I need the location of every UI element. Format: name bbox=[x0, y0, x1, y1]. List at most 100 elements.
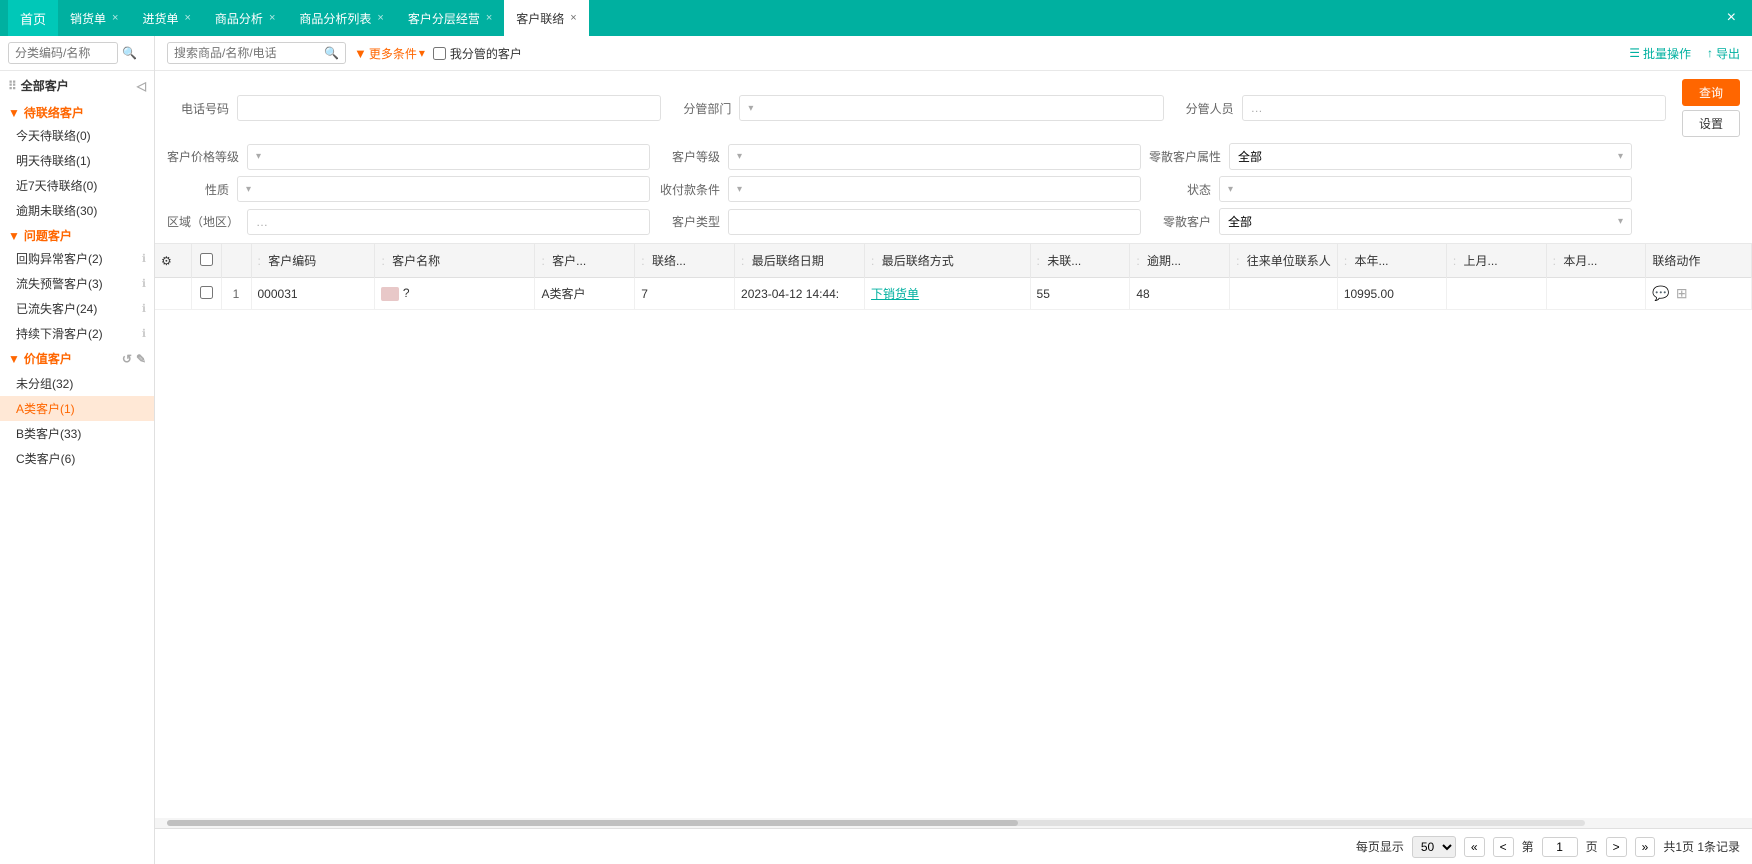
nav-customer-contact[interactable]: 客户联络 × bbox=[504, 0, 588, 36]
search-input[interactable] bbox=[174, 46, 324, 60]
sidebar-item-a-class[interactable]: A类客户(1) bbox=[0, 396, 154, 421]
gear-column-header[interactable]: ⚙ bbox=[155, 244, 191, 278]
adv-filter-row-2: 客户价格等级 ▾ 客户等级 ▾ 零散客户属性 全部 ▾ bbox=[167, 143, 1740, 170]
sidebar-search-input[interactable] bbox=[8, 42, 118, 64]
last-page-button[interactable]: » bbox=[1635, 837, 1656, 857]
horizontal-scrollbar-thumb[interactable] bbox=[167, 820, 1018, 826]
page-size-select[interactable]: 50 bbox=[1412, 836, 1456, 858]
filter-bar: 🔍 ▼ 更多条件 ▾ 我分管的客户 ☰ 批量操作 ↑ 导出 bbox=[155, 36, 1752, 71]
search-icon[interactable]: 🔍 bbox=[324, 46, 339, 60]
settings-button[interactable]: 设置 bbox=[1682, 110, 1740, 137]
my-customer-check[interactable] bbox=[433, 47, 446, 60]
payment-label: 收付款条件 bbox=[658, 181, 728, 198]
close-purchase-tab[interactable]: × bbox=[184, 12, 190, 24]
last-month-column-header[interactable]: : 上月... bbox=[1446, 244, 1546, 278]
nav-purchase[interactable]: 进货单 × bbox=[130, 0, 202, 36]
close-analysis-tab[interactable]: × bbox=[269, 12, 275, 24]
code-column-header[interactable]: : 客户编码 bbox=[251, 244, 375, 278]
payment-select[interactable]: ▾ bbox=[728, 176, 1141, 202]
row-last-month-cell bbox=[1446, 278, 1546, 310]
sidebar-item-churned[interactable]: 已流失客户(24) ℹ bbox=[0, 296, 154, 321]
sidebar-item-week-pending[interactable]: 近7天待联络(0) bbox=[0, 173, 154, 198]
last-date-column-header[interactable]: : 最后联络日期 bbox=[735, 244, 865, 278]
close-customer-tier-tab[interactable]: × bbox=[486, 12, 492, 24]
last-method-link[interactable]: 下销货单 bbox=[871, 287, 919, 301]
sidebar-collapse-icon[interactable]: ◁ bbox=[137, 79, 146, 93]
row-contact-cell: 7 bbox=[635, 278, 735, 310]
nav-analysis-list[interactable]: 商品分析列表 × bbox=[287, 0, 395, 36]
sidebar-item-overdue-pending[interactable]: 逾期未联络(30) bbox=[0, 198, 154, 223]
page-number-input[interactable]: 1 bbox=[1542, 837, 1578, 857]
my-customer-checkbox[interactable]: 我分管的客户 bbox=[433, 45, 522, 62]
manager-dots-icon[interactable]: … bbox=[1251, 101, 1263, 115]
close-sales-tab[interactable]: × bbox=[112, 12, 118, 24]
prev-page-button[interactable]: < bbox=[1493, 837, 1514, 857]
row-checkbox[interactable] bbox=[200, 286, 213, 299]
field-payment: 收付款条件 ▾ bbox=[658, 176, 1141, 202]
qr-action-icon[interactable]: ⊞ bbox=[1676, 285, 1688, 302]
dept-arrow-icon: ▾ bbox=[748, 103, 753, 114]
first-page-button[interactable]: « bbox=[1464, 837, 1485, 857]
bulk-operation-button[interactable]: ☰ 批量操作 bbox=[1629, 45, 1691, 62]
next-page-button[interactable]: > bbox=[1606, 837, 1627, 857]
region-input[interactable]: … bbox=[247, 209, 650, 235]
query-button[interactable]: 查询 bbox=[1682, 79, 1740, 106]
value-refresh-icon[interactable]: ↺ bbox=[122, 352, 132, 366]
sidebar-item-c-class[interactable]: C类客户(6) bbox=[0, 446, 154, 471]
field-status: 状态 ▾ bbox=[1149, 176, 1632, 202]
row-last-method-cell[interactable]: 下销货单 bbox=[865, 278, 1031, 310]
close-customer-contact-tab[interactable]: × bbox=[570, 12, 576, 24]
status-select[interactable]: ▾ bbox=[1219, 176, 1632, 202]
contact-column-header[interactable]: : 联络... bbox=[635, 244, 735, 278]
table-row: 1 000031 ? A类客户 7 2023-04-12 14:44: 下销货单… bbox=[155, 278, 1752, 310]
sidebar-item-today-pending[interactable]: 今天待联络(0) bbox=[0, 123, 154, 148]
type-column-header[interactable]: : 客户... bbox=[535, 244, 635, 278]
sidebar-search-icon[interactable]: 🔍 bbox=[122, 46, 137, 60]
last-method-column-header[interactable]: : 最后联络方式 bbox=[865, 244, 1031, 278]
sidebar-item-b-class[interactable]: B类客户(33) bbox=[0, 421, 154, 446]
sidebar-item-churn-warning[interactable]: 流失预警客户(3) ℹ bbox=[0, 271, 154, 296]
overdue-column-header[interactable]: : 逾期... bbox=[1130, 244, 1230, 278]
customer-level-select[interactable]: ▾ bbox=[728, 144, 1141, 170]
customer-table: ⚙ : 客户编码 : 客户名称 bbox=[155, 244, 1752, 310]
export-button[interactable]: ↑ 导出 bbox=[1707, 45, 1740, 62]
row-checkbox-cell[interactable] bbox=[191, 278, 221, 310]
sidebar-item-tomorrow-pending[interactable]: 明天待联络(1) bbox=[0, 148, 154, 173]
phone-input[interactable] bbox=[237, 95, 661, 121]
close-analysis-list-tab[interactable]: × bbox=[377, 12, 383, 24]
field-manager: 分管人员 … bbox=[1172, 95, 1666, 121]
message-action-icon[interactable]: 💬 bbox=[1652, 285, 1669, 302]
nav-sales[interactable]: 销货单 × bbox=[58, 0, 130, 36]
nav-analysis[interactable]: 商品分析 × bbox=[203, 0, 287, 36]
prev-contact-column-header[interactable]: : 往来单位联系人 bbox=[1230, 244, 1338, 278]
row-name-cell: ? bbox=[375, 278, 535, 310]
nav-customer-tier[interactable]: 客户分层经营 × bbox=[396, 0, 504, 36]
window-close-button[interactable]: × bbox=[1719, 9, 1744, 27]
contact-sort-sep: : bbox=[641, 254, 644, 268]
sidebar-item-declining[interactable]: 持续下滑客户(2) ℹ bbox=[0, 321, 154, 346]
sidebar-item-unclassified[interactable]: 未分组(32) bbox=[0, 371, 154, 396]
nav-home[interactable]: 首页 bbox=[8, 0, 58, 36]
retail-customer-select[interactable]: 全部 ▾ bbox=[1219, 208, 1632, 235]
sidebar-grid-icon: ⠿ bbox=[8, 79, 17, 93]
region-dots-icon[interactable]: … bbox=[256, 215, 268, 229]
sidebar-item-abnormal-repurchase[interactable]: 回购异常客户(2) ℹ bbox=[0, 246, 154, 271]
this-month-column-header[interactable]: : 本月... bbox=[1546, 244, 1646, 278]
nature-select[interactable]: ▾ bbox=[237, 176, 650, 202]
sidebar-all-customers-header: ⠿ 全部客户 ◁ bbox=[0, 71, 154, 100]
more-conditions-button[interactable]: ▼ 更多条件 ▾ bbox=[354, 45, 425, 62]
this-year-column-header[interactable]: : 本年... bbox=[1337, 244, 1446, 278]
retail-attr-select[interactable]: 全部 ▾ bbox=[1229, 143, 1632, 170]
value-edit-icon[interactable]: ✎ bbox=[136, 352, 146, 366]
checkbox-column-header[interactable] bbox=[191, 244, 221, 278]
sidebar-all-customers-label[interactable]: 全部客户 bbox=[21, 77, 69, 94]
manager-input[interactable]: … bbox=[1242, 95, 1666, 121]
last-month-sort-sep: : bbox=[1453, 254, 1456, 268]
customer-type-input[interactable] bbox=[728, 209, 1141, 235]
no-contact-column-header[interactable]: : 未联... bbox=[1030, 244, 1130, 278]
select-all-checkbox[interactable] bbox=[200, 253, 213, 266]
name-column-header[interactable]: : 客户名称 bbox=[375, 244, 535, 278]
horizontal-scrollbar-track[interactable] bbox=[167, 820, 1585, 826]
dept-select[interactable]: ▾ bbox=[739, 95, 1163, 121]
price-level-select[interactable]: ▾ bbox=[247, 144, 650, 170]
